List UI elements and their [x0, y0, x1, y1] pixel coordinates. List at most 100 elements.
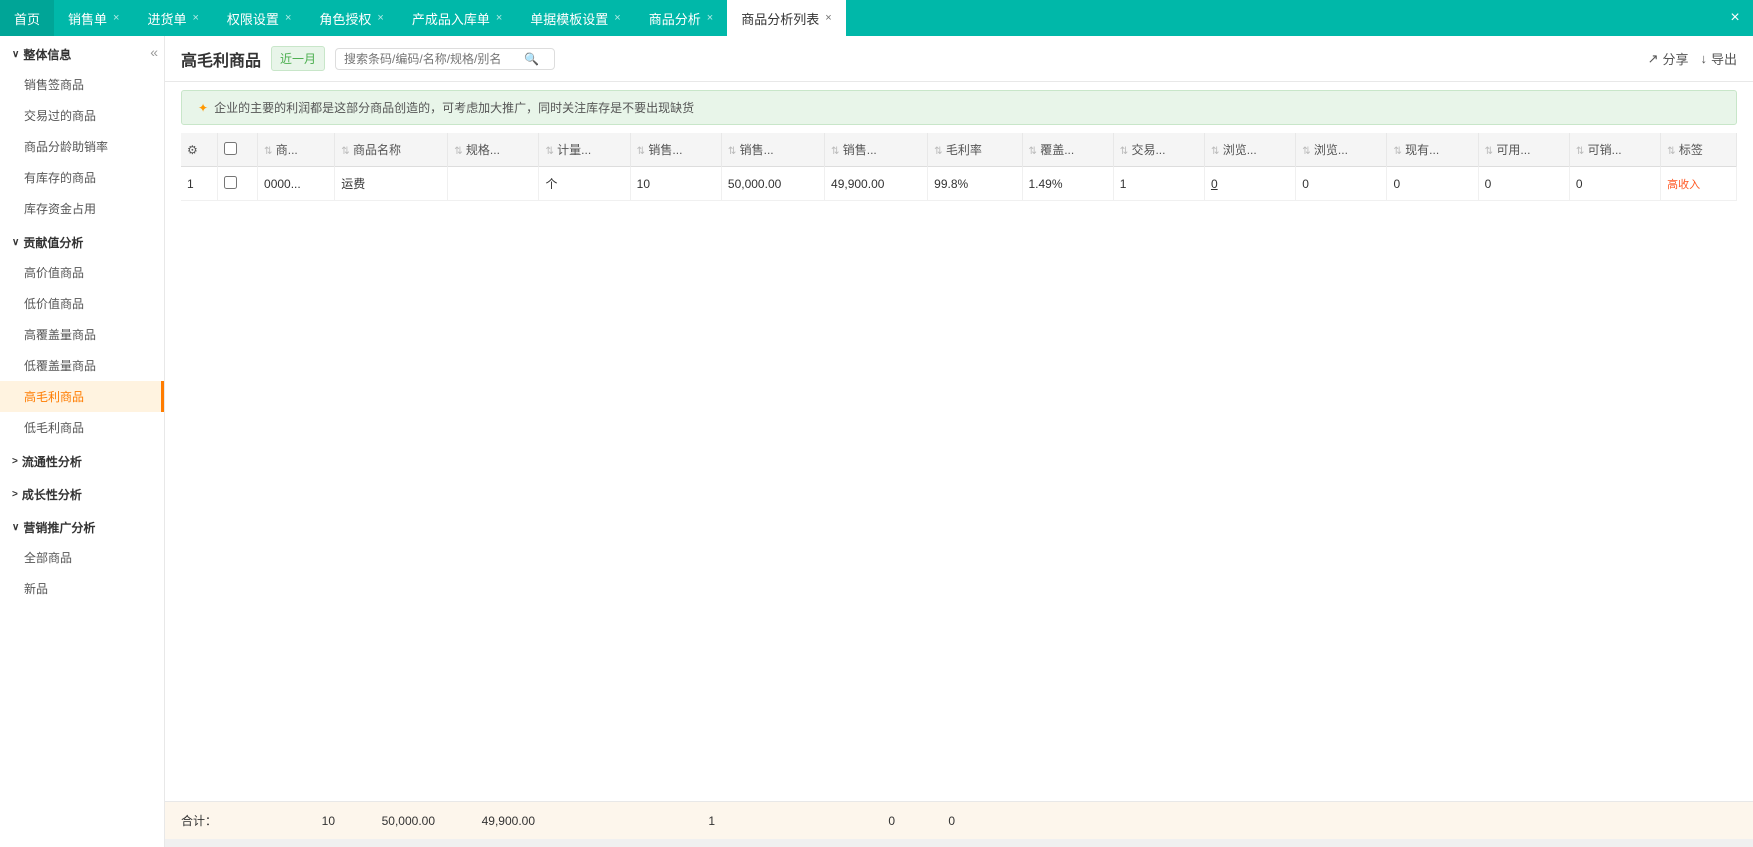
- date-filter-button[interactable]: 近一月: [271, 46, 325, 71]
- close-all-tabs-button[interactable]: ×: [1717, 0, 1753, 36]
- footer-sales1: 10: [261, 814, 341, 828]
- nav-item-4[interactable]: 角色授权×: [305, 0, 397, 36]
- row-tag-0: 高收入: [1661, 167, 1737, 201]
- search-icon[interactable]: 🔍: [524, 52, 539, 66]
- sidebar-collapse-button[interactable]: «: [150, 44, 158, 60]
- sidebar-item-1-3[interactable]: 低覆盖量商品: [0, 350, 164, 381]
- share-label: 分享: [1662, 49, 1688, 68]
- sidebar-item-4-1[interactable]: 新品: [0, 573, 164, 604]
- content-area: 高毛利商品 近一月 🔍 ↗ 分享 ↓ 导出 ✦ 企业的主要的利润都是这部分商品创…: [165, 36, 1753, 847]
- col-header-sales3[interactable]: ⇅ 销售...: [825, 133, 928, 167]
- sidebar-group-arrow-1: ∨: [12, 237, 19, 248]
- footer-trade: 1: [661, 814, 721, 828]
- row-checkbox-0[interactable]: [217, 167, 257, 201]
- col-header-margin[interactable]: ⇅ 毛利率: [928, 133, 1022, 167]
- nav-item-close-4[interactable]: ×: [377, 12, 383, 24]
- row-trade-0: 1: [1113, 167, 1204, 201]
- col-header-view1[interactable]: ⇅ 浏览...: [1204, 133, 1295, 167]
- row-spec-0: [448, 167, 539, 201]
- col-header-checkbox[interactable]: [217, 133, 257, 167]
- select-all-checkbox[interactable]: [224, 142, 237, 155]
- sidebar-group-1[interactable]: ∨贡献值分析: [0, 224, 164, 257]
- row-stock2-0: 0: [1478, 167, 1569, 201]
- sidebar-item-1-1[interactable]: 低价值商品: [0, 288, 164, 319]
- nav-item-5[interactable]: 产成品入库单×: [398, 0, 516, 36]
- sidebar-group-0[interactable]: ∨整体信息: [0, 36, 164, 69]
- footer-totals: 合计： 10 50,000.00 49,900.00 1 0 0: [165, 801, 1753, 839]
- row-view1-0[interactable]: 0: [1204, 167, 1295, 201]
- col-header-stock3[interactable]: ⇅ 可销...: [1569, 133, 1660, 167]
- info-banner: ✦ 企业的主要的利润都是这部分商品创造的，可考虑加大推广，同时关注库存是不要出现…: [181, 90, 1737, 125]
- col-header-setting[interactable]: ⚙: [181, 133, 217, 167]
- nav-item-6[interactable]: 单据模板设置×: [516, 0, 634, 36]
- export-button[interactable]: ↓ 导出: [1700, 49, 1737, 68]
- sidebar-group-arrow-4: ∨: [12, 522, 19, 533]
- sidebar: « ∨整体信息销售签商品交易过的商品商品分龄助销率有库存的商品库存资金占用∨贡献…: [0, 36, 165, 847]
- col-header-stock2[interactable]: ⇅ 可用...: [1478, 133, 1569, 167]
- row-sales2-0: 50,000.00: [721, 167, 824, 201]
- row-tag-0-badge: 高收入: [1667, 179, 1700, 191]
- sidebar-group-4[interactable]: ∨营销推广分析: [0, 509, 164, 542]
- sidebar-item-1-0[interactable]: 高价值商品: [0, 257, 164, 288]
- nav-item-8[interactable]: 商品分析列表×: [727, 0, 845, 36]
- footer-label: 合计：: [181, 812, 261, 829]
- col-header-sales2[interactable]: ⇅ 销售...: [721, 133, 824, 167]
- nav-item-close-6[interactable]: ×: [614, 12, 620, 24]
- sidebar-item-1-2[interactable]: 高覆盖量商品: [0, 319, 164, 350]
- share-icon: ↗: [1648, 51, 1659, 67]
- col-header-code[interactable]: ⇅ 商...: [258, 133, 335, 167]
- col-header-stock1[interactable]: ⇅ 现有...: [1387, 133, 1478, 167]
- info-text: 企业的主要的利润都是这部分商品创造的，可考虑加大推广，同时关注库存是不要出现缺货: [214, 99, 694, 116]
- sidebar-item-4-0[interactable]: 全部商品: [0, 542, 164, 573]
- sidebar-item-1-4[interactable]: 高毛利商品: [0, 381, 164, 412]
- col-header-view2[interactable]: ⇅ 浏览...: [1296, 133, 1387, 167]
- row-stock1-0: 0: [1387, 167, 1478, 201]
- nav-item-close-1[interactable]: ×: [113, 12, 119, 24]
- col-header-name[interactable]: ⇅ 商品名称: [335, 133, 448, 167]
- nav-item-3[interactable]: 权限设置×: [213, 0, 305, 36]
- col-header-coverage[interactable]: ⇅ 覆盖...: [1022, 133, 1113, 167]
- sidebar-item-0-0[interactable]: 销售签商品: [0, 69, 164, 100]
- search-input[interactable]: [344, 52, 524, 66]
- row-view1-0-link[interactable]: 0: [1211, 177, 1218, 191]
- settings-icon: ⚙: [187, 143, 198, 157]
- nav-item-1[interactable]: 销售单×: [54, 0, 133, 36]
- sidebar-group-3[interactable]: >成长性分析: [0, 476, 164, 509]
- nav-item-0[interactable]: 首页: [0, 0, 54, 36]
- col-header-trade[interactable]: ⇅ 交易...: [1113, 133, 1204, 167]
- search-box: 🔍: [335, 48, 555, 70]
- sidebar-group-2[interactable]: >流通性分析: [0, 443, 164, 476]
- row-sales1-0: 10: [630, 167, 721, 201]
- export-icon: ↓: [1700, 51, 1707, 66]
- share-button[interactable]: ↗ 分享: [1648, 49, 1689, 68]
- table-container: ⚙⇅ 商...⇅ 商品名称⇅ 规格...⇅ 计量...⇅ 销售...⇅ 销售..…: [165, 133, 1753, 801]
- row-view2-0: 0: [1296, 167, 1387, 201]
- horizontal-scrollbar[interactable]: [165, 839, 1753, 847]
- col-header-unit[interactable]: ⇅ 计量...: [539, 133, 630, 167]
- sidebar-item-1-5[interactable]: 低毛利商品: [0, 412, 164, 443]
- nav-item-close-3[interactable]: ×: [285, 12, 291, 24]
- nav-item-close-7[interactable]: ×: [707, 12, 713, 24]
- row-margin-0: 99.8%: [928, 167, 1022, 201]
- row-select-checkbox-0[interactable]: [224, 176, 237, 189]
- sidebar-item-0-2[interactable]: 商品分龄助销率: [0, 131, 164, 162]
- row-coverage-0: 1.49%: [1022, 167, 1113, 201]
- sidebar-item-0-4[interactable]: 库存资金占用: [0, 193, 164, 224]
- nav-item-close-8[interactable]: ×: [825, 12, 831, 24]
- content-header: 高毛利商品 近一月 🔍 ↗ 分享 ↓ 导出: [165, 36, 1753, 82]
- footer-sales2: 50,000.00: [341, 814, 441, 828]
- table-row: 10000...运费个1050,000.0049,900.0099.8%1.49…: [181, 167, 1737, 201]
- nav-item-7[interactable]: 商品分析×: [635, 0, 727, 36]
- col-header-sales1[interactable]: ⇅ 销售...: [630, 133, 721, 167]
- sidebar-item-0-3[interactable]: 有库存的商品: [0, 162, 164, 193]
- footer-stock2: 0: [901, 814, 961, 828]
- product-table: ⚙⇅ 商...⇅ 商品名称⇅ 规格...⇅ 计量...⇅ 销售...⇅ 销售..…: [181, 133, 1737, 201]
- sidebar-item-0-1[interactable]: 交易过的商品: [0, 100, 164, 131]
- nav-item-close-2[interactable]: ×: [192, 12, 198, 24]
- nav-item-close-5[interactable]: ×: [496, 12, 502, 24]
- nav-item-2[interactable]: 进货单×: [133, 0, 212, 36]
- col-header-tag[interactable]: ⇅ 标签: [1661, 133, 1737, 167]
- col-header-spec[interactable]: ⇅ 规格...: [448, 133, 539, 167]
- footer-stock1: 0: [841, 814, 901, 828]
- header-actions: ↗ 分享 ↓ 导出: [1648, 49, 1737, 68]
